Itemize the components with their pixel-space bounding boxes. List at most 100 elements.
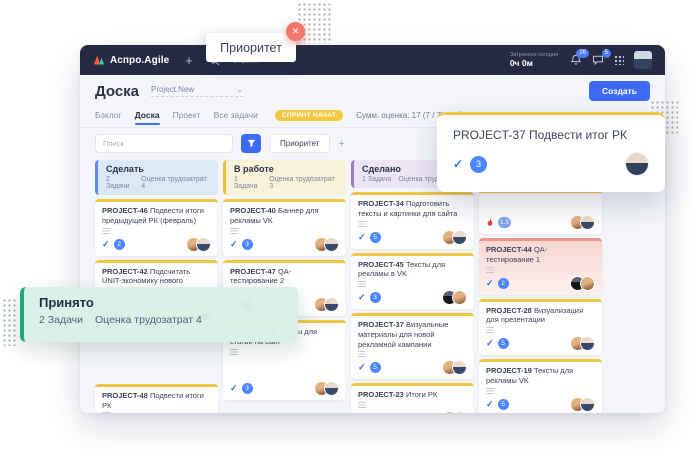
check-icon: ✓: [486, 278, 494, 289]
notifications-button[interactable]: 26: [570, 54, 582, 66]
description-icon: [486, 388, 494, 394]
top-navbar: Аспро.Agile + Спринт Затрачено сегодня 0…: [80, 45, 665, 75]
description-icon: [358, 351, 366, 357]
sprint-status-badge: СПРИНТ НАЧАТ: [275, 110, 343, 121]
task-card[interactable]: PROJECT-40 Баннер для рекламы VK ✓3: [223, 199, 346, 256]
task-card[interactable]: PROJECT-37 Визуальные материалы для ново…: [351, 313, 474, 379]
task-card-popup[interactable]: PROJECT-37 Подвести итог РК ✓ 3: [437, 112, 665, 192]
accepted-column-callout: Принято 2 Задачи Оценка трудозатрат 4: [20, 287, 298, 342]
time-label: Затрачено сегодня: [510, 52, 558, 59]
popup-title: PROJECT-37 Подвести итог РК: [453, 128, 649, 142]
task-card[interactable]: PROJECT-23 Итоги РК ✓5: [351, 383, 474, 413]
filter-button[interactable]: [241, 134, 261, 153]
avatar: [452, 411, 467, 413]
column-score: Оценка трудозатрат 4: [141, 176, 210, 190]
estimate-badge: 2: [114, 239, 125, 250]
task-card[interactable]: PROJECT-45 Тексты для рекламы в VK ✓3: [351, 253, 474, 310]
card-title: PROJECT-19 Тексты для рекламы VK: [486, 366, 595, 386]
tab-all-tasks[interactable]: Все задачи: [214, 110, 258, 124]
accepted-count: 2 Задачи: [39, 314, 83, 326]
check-icon: ✓: [358, 232, 366, 243]
search-input[interactable]: Поиск: [95, 134, 233, 153]
card-title: PROJECT-46 Подвести итоги предыдущей РК …: [102, 206, 211, 226]
avatar: [625, 152, 649, 176]
check-icon: ✓: [486, 338, 494, 349]
estimate-badge: 5: [498, 399, 509, 410]
priority-tooltip-label: Приоритет: [220, 41, 282, 55]
estimate-badge: 5: [370, 362, 381, 373]
app-window: Аспро.Agile + Спринт Затрачено сегодня 0…: [80, 45, 665, 413]
search-placeholder: Поиск: [103, 139, 124, 148]
column-header[interactable]: В работе 1 Задача Оценка трудозатрат 3: [223, 160, 346, 195]
task-card[interactable]: PROJECT-34 Подготовить тексты и картинки…: [351, 192, 474, 249]
avatar: [580, 397, 595, 412]
project-select-value: Project.New: [151, 85, 194, 94]
close-icon[interactable]: ✕: [286, 22, 305, 41]
logo-icon: [93, 54, 105, 66]
avatar: [580, 276, 595, 291]
estimate-badge: 3: [370, 292, 381, 303]
description-icon: [486, 267, 494, 273]
description-icon: [358, 402, 366, 408]
fire-icon: [486, 218, 494, 228]
avatar: [452, 360, 467, 375]
task-card[interactable]: PROJECT-44 QA-тестирование 1 ✓ 2: [479, 238, 602, 295]
avatar: [580, 215, 595, 230]
tab-backlog[interactable]: Бэклог: [95, 110, 122, 124]
column-accepted: 1.5 PROJECT-44 QA-тестирование 1 ✓ 2 PROJ…: [479, 160, 602, 413]
project-select[interactable]: Project.New ⌄: [151, 85, 243, 97]
avatar: [580, 336, 595, 351]
avatar: [196, 237, 211, 252]
accepted-title: Принято: [39, 295, 283, 310]
column-in-progress: В работе 1 Задача Оценка трудозатрат 3 P…: [223, 160, 346, 400]
check-icon: ✓: [230, 383, 238, 394]
apps-grid-icon[interactable]: [614, 55, 624, 65]
add-filter-button[interactable]: +: [338, 138, 344, 150]
brand-logo[interactable]: Аспро.Agile: [93, 54, 169, 66]
check-icon: ✓: [358, 292, 366, 303]
task-card[interactable]: PROJECT-19 Тексты для рекламы VK ✓ 5: [479, 359, 602, 413]
card-title: PROJECT-34 Подготовить тексты и картинки…: [358, 199, 467, 219]
sprint-score: Сумм. оценка: 17 (7 / 7): [356, 111, 444, 120]
accepted-score: Оценка трудозатрат 4: [95, 314, 202, 326]
description-icon: [102, 228, 110, 234]
description-icon: [358, 221, 366, 227]
create-button[interactable]: Создать: [589, 81, 650, 101]
page: Аспро.Agile + Спринт Затрачено сегодня 0…: [0, 0, 700, 456]
estimate-badge: 2: [498, 278, 509, 289]
messages-badge: 5: [602, 49, 611, 58]
estimate-badge: 1.5: [498, 217, 511, 228]
navbar-right: Затрачено сегодня 0ч 0м 26 5: [510, 51, 652, 69]
avatar: [324, 381, 339, 396]
check-icon: ✓: [230, 239, 238, 250]
task-card[interactable]: 1.5: [479, 190, 602, 234]
task-card[interactable]: PROJECT-48 Подвести итоги РК ✓2: [95, 384, 218, 413]
time-value: 0ч 0м: [510, 58, 558, 68]
column-name: В работе: [234, 164, 338, 174]
filter-chip-priority[interactable]: Приоритет: [269, 134, 330, 153]
tab-board[interactable]: Доска: [135, 110, 160, 124]
time-tracker[interactable]: Затрачено сегодня 0ч 0м: [510, 52, 558, 69]
description-icon: [358, 281, 366, 287]
description-icon: [486, 327, 494, 333]
estimate-badge: 3: [470, 156, 487, 173]
avatar: [452, 230, 467, 245]
column-done: Сделано 1 Задача Оценка трудозатрат PROJ…: [351, 160, 474, 413]
estimate-badge: 5: [370, 232, 381, 243]
column-count: 1 Задача: [234, 176, 262, 190]
messages-button[interactable]: 5: [592, 54, 604, 66]
check-icon: ✓: [486, 399, 494, 410]
description-icon: [230, 349, 238, 355]
add-icon[interactable]: +: [185, 53, 193, 68]
check-icon: ✓: [102, 239, 110, 250]
task-card[interactable]: PROJECT-46 Подвести итоги предыдущей РК …: [95, 199, 218, 256]
chevron-down-icon: ⌄: [236, 88, 243, 92]
user-avatar[interactable]: [634, 51, 652, 69]
card-title: PROJECT-44 QA-тестирование 1: [486, 245, 595, 265]
tab-project[interactable]: Проект: [173, 110, 201, 124]
column-count: 1 Задача: [362, 176, 391, 183]
task-card[interactable]: PROJECT-28 Визуализация для презентации …: [479, 299, 602, 356]
column-header[interactable]: Сделать 2 Задачи Оценка трудозатрат 4: [95, 160, 218, 195]
funnel-icon: [247, 139, 256, 148]
avatar: [324, 297, 339, 312]
